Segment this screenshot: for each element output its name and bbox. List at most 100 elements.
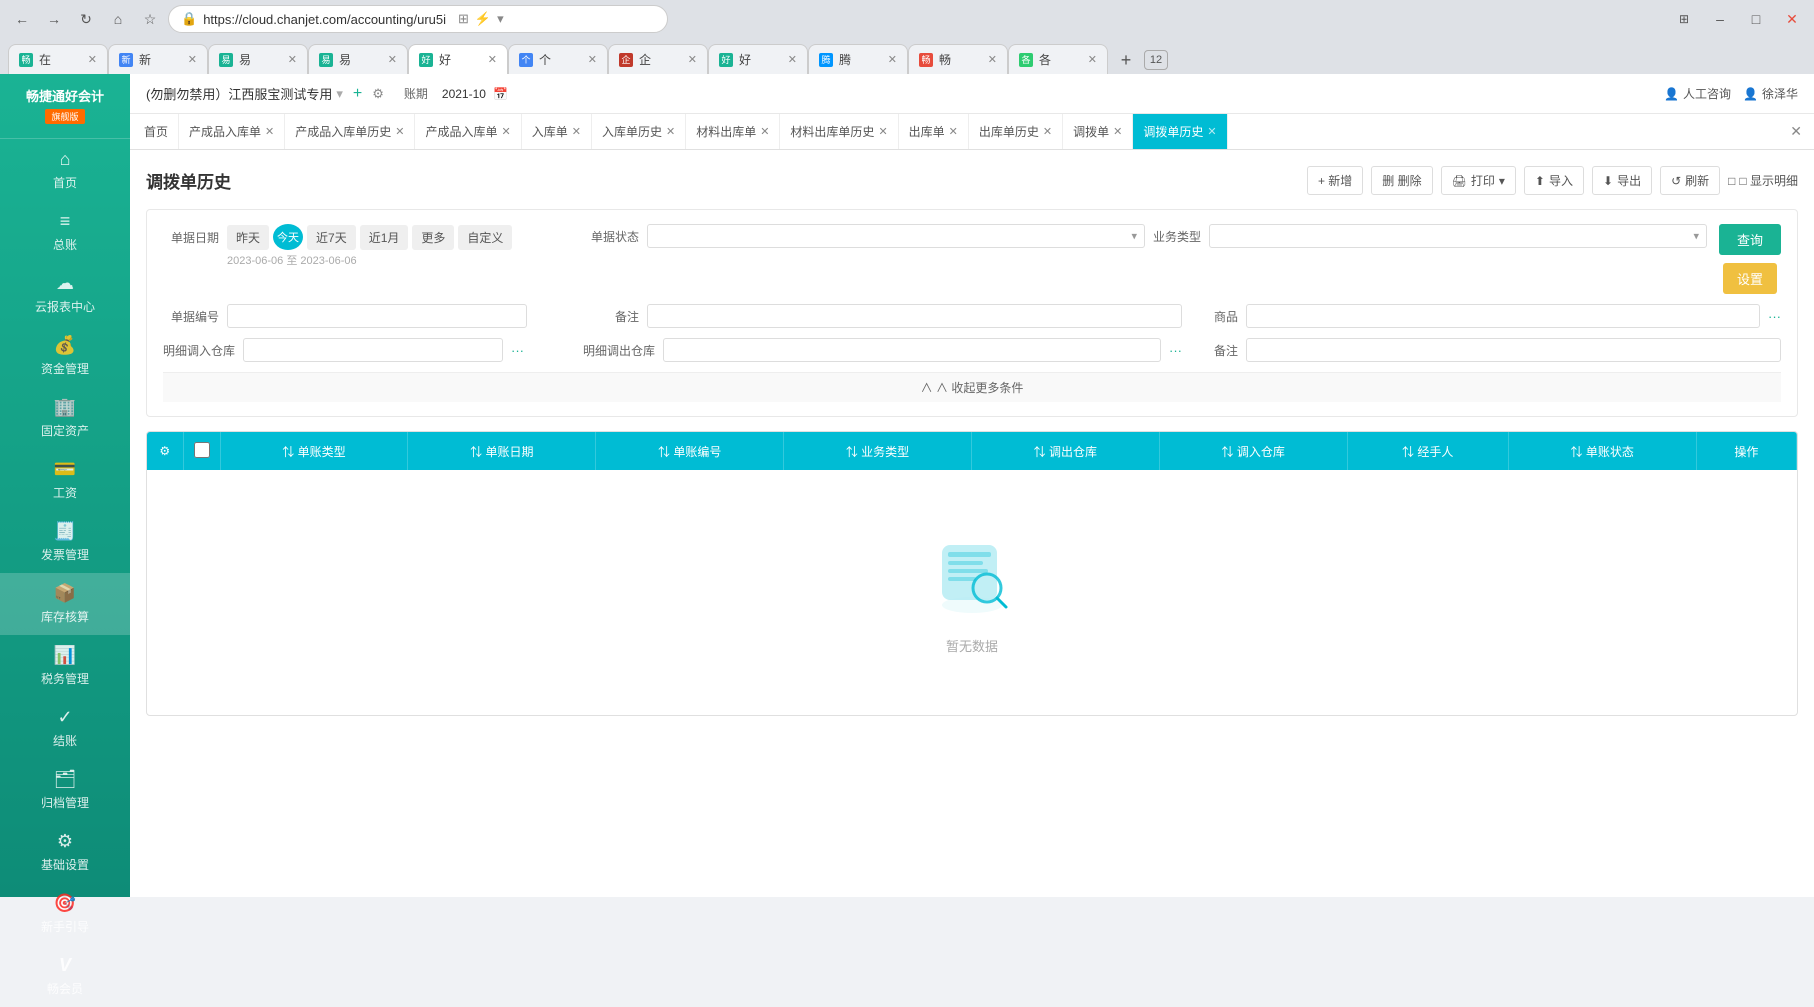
service-btn[interactable]: 👤 人工咨询 (1664, 85, 1731, 102)
sidebar-item-reports[interactable]: ☁ 云报表中心 (0, 263, 130, 325)
sidebar-item-fixed-assets[interactable]: 🏢 固定资产 (0, 387, 130, 449)
export-button[interactable]: ⬇ 导出 (1592, 166, 1652, 195)
tab-close-issue[interactable]: ✕ (949, 125, 958, 138)
th-checkbox[interactable] (183, 432, 220, 470)
tab-close-8[interactable]: ✕ (788, 53, 797, 66)
date-btn-1month[interactable]: 近1月 (360, 225, 409, 250)
sidebar-item-close[interactable]: ✓ 结账 (0, 697, 130, 759)
note2-input[interactable] (1246, 338, 1781, 362)
sidebar-item-funds[interactable]: 💰 资金管理 (0, 325, 130, 387)
minimize-button[interactable]: – (1706, 5, 1734, 33)
tab-close-finished-stock-hist[interactable]: ✕ (395, 125, 404, 138)
browser-tab-11[interactable]: 各 各 ✕ (1008, 44, 1108, 74)
tab-issue[interactable]: 出库单 ✕ (899, 114, 969, 150)
reload-button[interactable]: ↻ (72, 5, 100, 33)
tab-close-finished-stock[interactable]: ✕ (265, 125, 274, 138)
extensions-button[interactable]: ⊞ (1670, 5, 1698, 33)
new-tab-button[interactable]: + (1112, 46, 1140, 74)
date-btn-custom[interactable]: 自定义 (458, 225, 512, 250)
sidebar-item-invoices[interactable]: 🧾 发票管理 (0, 511, 130, 573)
sidebar-item-tax[interactable]: 📊 税务管理 (0, 635, 130, 697)
goods-input[interactable] (1246, 304, 1760, 328)
tab-transfer[interactable]: 调拨单 ✕ (1063, 114, 1133, 150)
tab-counter[interactable]: 12 (1144, 50, 1168, 70)
tab-close-receipt[interactable]: ✕ (572, 125, 581, 138)
tab-material-out-hist[interactable]: 材料出库单历史 ✕ (780, 114, 898, 150)
th-doc-date[interactable]: ⇅ 单账日期 (408, 432, 596, 470)
tab-material-out[interactable]: 材料出库单 ✕ (686, 114, 780, 150)
tab-finished-stock2[interactable]: 产成品入库单 ✕ (415, 114, 521, 150)
tab-close-finished-stock2[interactable]: ✕ (502, 125, 511, 138)
out-warehouse-input[interactable] (663, 338, 1161, 362)
sidebar-item-home[interactable]: ⌂ 首页 (0, 139, 130, 201)
tab-finished-stock-hist[interactable]: 产成品入库单历史 ✕ (285, 114, 415, 150)
tab-close-1[interactable]: ✕ (88, 53, 97, 66)
settings-btn[interactable]: ⚙ (372, 86, 384, 102)
browser-tab-2[interactable]: 新 新 ✕ (108, 44, 208, 74)
th-handler[interactable]: ⇅ 经手人 (1347, 432, 1508, 470)
date-btn-more[interactable]: 更多 (412, 225, 454, 250)
status-select[interactable] (647, 224, 1145, 248)
company-selector[interactable]: (勿删勿禁用）江西服宝测试专用 ▾ (146, 84, 343, 103)
note-input[interactable] (647, 304, 1182, 328)
query-button[interactable]: 查询 (1719, 224, 1781, 255)
import-button[interactable]: ⬆ 导入 (1524, 166, 1584, 195)
tab-home[interactable]: 首页 (134, 114, 179, 150)
show-cols-toggle[interactable]: □ □ 显示明细 (1728, 172, 1798, 189)
tab-close-10[interactable]: ✕ (988, 53, 997, 66)
browser-tab-5[interactable]: 好 好 ✕ (408, 44, 508, 74)
tab-close-11[interactable]: ✕ (1088, 53, 1097, 66)
maximize-button[interactable]: □ (1742, 5, 1770, 33)
tab-close-2[interactable]: ✕ (188, 53, 197, 66)
out-warehouse-more-icon[interactable]: ··· (1169, 343, 1182, 358)
forward-button[interactable]: → (40, 5, 68, 33)
user-avatar[interactable]: 👤 徐泽华 (1743, 85, 1798, 102)
date-btn-yesterday[interactable]: 昨天 (227, 225, 269, 250)
tab-transfer-hist[interactable]: 调拨单历史 ✕ (1133, 114, 1227, 150)
tab-close-transfer-hist[interactable]: ✕ (1207, 125, 1216, 138)
browser-tab-10[interactable]: 畅 畅 ✕ (908, 44, 1008, 74)
back-button[interactable]: ← (8, 5, 36, 33)
print-button[interactable]: 🖨 打印 ▾ (1441, 166, 1516, 195)
tab-close-transfer[interactable]: ✕ (1113, 125, 1122, 138)
in-warehouse-more-icon[interactable]: ··· (511, 343, 524, 358)
table-settings-icon[interactable]: ⚙ (159, 444, 170, 458)
browser-tab-7[interactable]: 企 企 ✕ (608, 44, 708, 74)
tab-close-issue-hist[interactable]: ✕ (1043, 125, 1052, 138)
in-warehouse-input[interactable] (243, 338, 503, 362)
browser-tab-4[interactable]: 易 易 ✕ (308, 44, 408, 74)
date-btn-7days[interactable]: 近7天 (307, 225, 356, 250)
tab-close-4[interactable]: ✕ (388, 53, 397, 66)
new-button[interactable]: + 新增 (1307, 166, 1363, 195)
tab-close-3[interactable]: ✕ (288, 53, 297, 66)
sidebar-item-inventory[interactable]: 📦 库存核算 (0, 573, 130, 635)
tab-finished-stock[interactable]: 产成品入库单 ✕ (179, 114, 285, 150)
tab-issue-hist[interactable]: 出库单历史 ✕ (969, 114, 1063, 150)
tab-close-5[interactable]: ✕ (488, 53, 497, 66)
tab-close-9[interactable]: ✕ (888, 53, 897, 66)
sidebar-item-settings[interactable]: ⚙ 基础设置 (0, 821, 130, 883)
select-all-checkbox[interactable] (194, 442, 210, 458)
tab-receipt[interactable]: 入库单 ✕ (522, 114, 592, 150)
sidebar-item-vip[interactable]: V 畅会员 (0, 945, 130, 1007)
browser-tab-6[interactable]: 个 个 ✕ (508, 44, 608, 74)
sidebar-item-guide[interactable]: 🎯 新手引导 (0, 883, 130, 945)
tab-close-material-out-hist[interactable]: ✕ (878, 125, 887, 138)
th-in-warehouse[interactable]: ⇅ 调入仓库 (1159, 432, 1347, 470)
home-button[interactable]: ⌂ (104, 5, 132, 33)
th-doc-no[interactable]: ⇅ 单账编号 (596, 432, 784, 470)
delete-button[interactable]: 删 删除 (1371, 166, 1432, 195)
refresh-button[interactable]: ↺ 刷新 (1660, 166, 1720, 195)
add-company-btn[interactable]: + (353, 85, 362, 103)
sidebar-item-ledger[interactable]: ≡ 总账 (0, 201, 130, 263)
close-all-btn[interactable]: ✕ (1782, 123, 1810, 140)
tab-close-7[interactable]: ✕ (688, 53, 697, 66)
th-settings[interactable]: ⚙ (147, 432, 183, 470)
biz-type-select[interactable] (1209, 224, 1707, 248)
th-biz-type[interactable]: ⇅ 业务类型 (784, 432, 972, 470)
doc-no-input[interactable] (227, 304, 527, 328)
tab-receipt-hist[interactable]: 入库单历史 ✕ (592, 114, 686, 150)
browser-tab-1[interactable]: 畅 在 ✕ (8, 44, 108, 74)
browser-tab-9[interactable]: 腾 腾 ✕ (808, 44, 908, 74)
bookmark-button[interactable]: ☆ (136, 5, 164, 33)
